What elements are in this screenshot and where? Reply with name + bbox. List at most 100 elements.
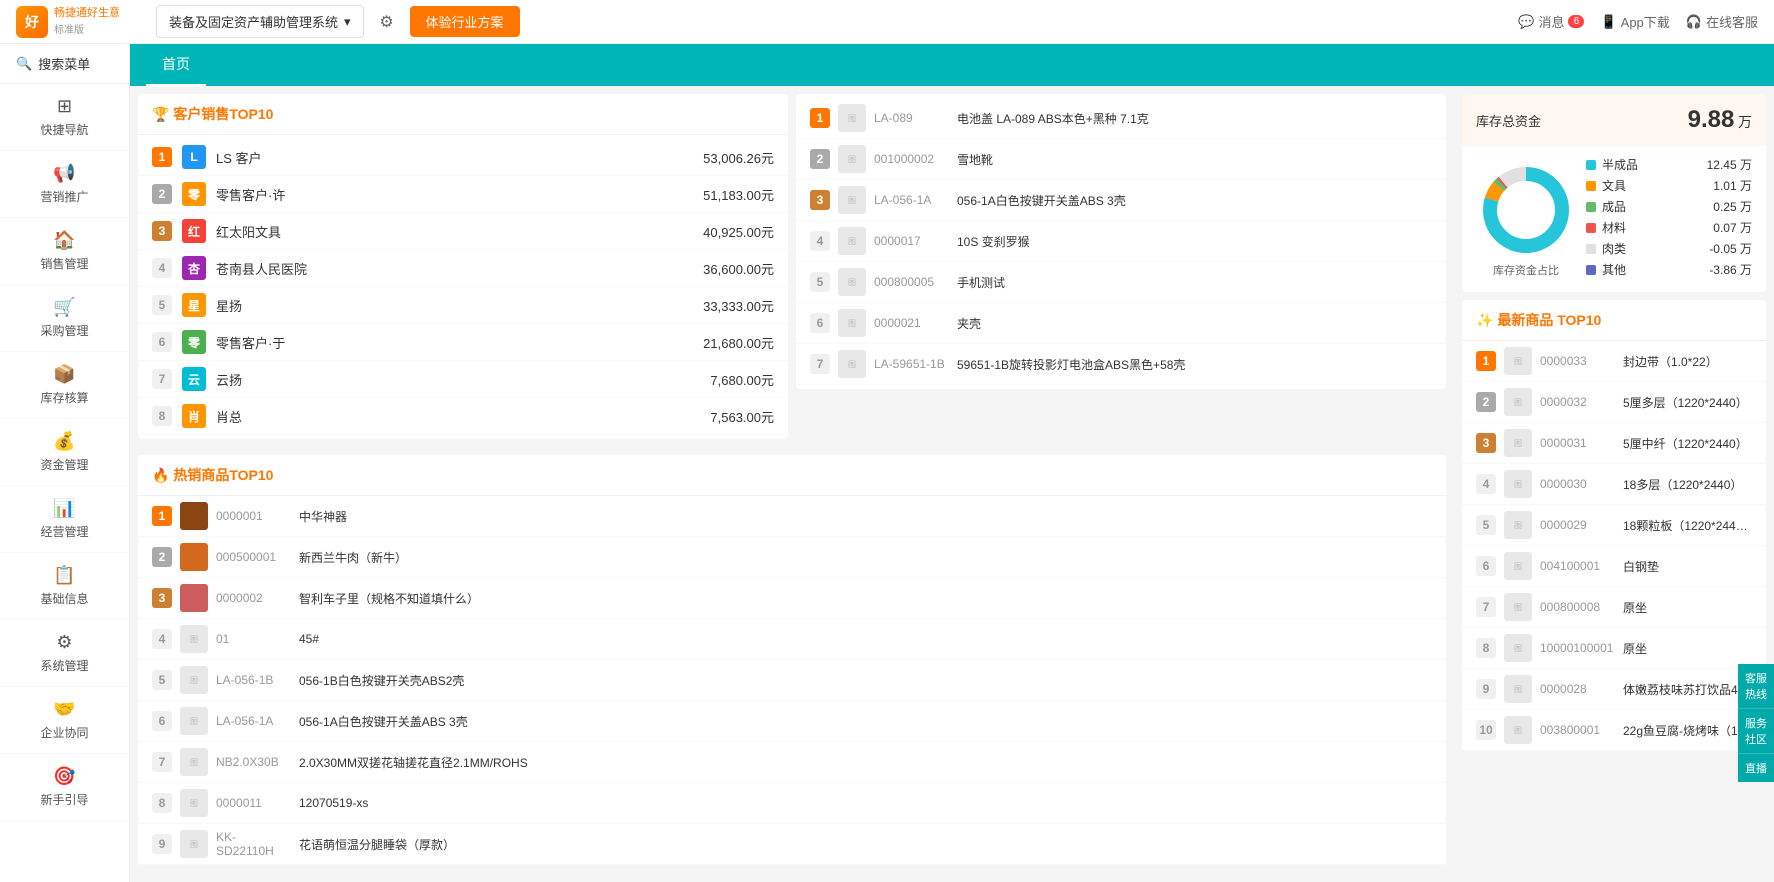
new-product-item: 2 图 0000032 5厘多层（1220*2440） [1462,382,1766,423]
legend-value: -3.86 万 [1709,261,1752,278]
customer-avatar: 星 [182,293,206,317]
rank-number: 6 [1476,556,1496,576]
hot-product-right-item: 6 图 0000021 夹壳 [796,303,1446,344]
customer-rank-item: 6 零 零售客户·于 21,680.00元 [138,324,788,361]
product-code: LA-056-1A [216,714,291,728]
hot-product-right-item: 3 图 LA-056-1A 056-1A白色按键开关盖ABS 3壳 [796,180,1446,221]
rank-number: 7 [810,354,830,374]
content: 🏆 客户销售TOP10 1 L LS 客户 53,006.26元 2 零 零售客… [130,86,1774,881]
service-label: 在线客服 [1706,12,1758,31]
chart-area: 库存资金占比 半成品 12.45 万 文具 1.01 万 成品 0.25 万 材… [1462,146,1766,292]
legend-item: 成品 0.25 万 [1586,198,1752,215]
customer-avatar: 杏 [182,256,206,280]
rank-number: 2 [1476,392,1496,412]
sidebar-item-system[interactable]: ⚙ 系统管理 [0,620,129,687]
service-community-button[interactable]: 服务社区 [1738,709,1774,754]
product-name: 2.0X30MM双搓花轴搓花直径2.1MM/ROHS [299,754,1432,771]
sidebar-item-quicknav[interactable]: ⊞ 快捷导航 [0,84,129,151]
customer-value: 53,006.26元 [703,148,774,167]
product-code: 0000033 [1540,354,1615,368]
megaphone-icon: 📢 [53,163,75,184]
rank-number: 5 [1476,515,1496,535]
customer-value: 51,183.00元 [703,185,774,204]
rank-number: 4 [1476,474,1496,494]
customer-hotline-button[interactable]: 客服热线 [1738,664,1774,709]
system-selector[interactable]: 装备及固定资产辅助管理系统 ▾ [156,5,364,38]
app-download-button[interactable]: 📱 App下载 [1600,12,1669,31]
rank-number: 7 [152,752,172,772]
search-menu[interactable]: 🔍 搜索菜单 [0,44,129,84]
sidebar-item-marketing[interactable]: 📢 营销推广 [0,151,129,218]
rank-number: 9 [1476,679,1496,699]
sidebar-item-enterprise[interactable]: 🤝 企业协同 [0,687,129,754]
inventory-header: 库存总资金 9.88 万 [1462,94,1766,146]
new-product-item: 8 图 10000100001 原坐 [1462,628,1766,669]
product-name: 雪地靴 [957,151,1432,168]
product-name: 电池盖 LA-089 ABS本色+黑种 7.1克 [957,110,1432,127]
header: 好 畅捷通好生意 标准版 装备及固定资产辅助管理系统 ▾ ⚙ 体验行业方案 💬 … [0,0,1774,44]
customer-name: 星扬 [216,296,693,315]
legend-dot [1586,265,1596,275]
customer-rank-item: 4 杏 苍南县人民医院 36,600.00元 [138,250,788,287]
new-product-item: 7 图 000800008 原坐 [1462,587,1766,628]
customer-rank-item: 1 L LS 客户 53,006.26元 [138,139,788,176]
tab-home[interactable]: 首页 [146,44,206,86]
sidebar-item-basic-info[interactable]: 📋 基础信息 [0,553,129,620]
legend-item: 肉类 -0.05 万 [1586,240,1752,257]
customer-rank-item: 8 肖 肖总 7,563.00元 [138,398,788,435]
logo: 好 畅捷通好生意 标准版 [16,6,146,38]
product-name: 59651-1B旋转投影灯电池盒ABS黑色+58壳 [957,356,1432,373]
product-name: 12070519-xs [299,796,1432,810]
hot-product-item: 7 图 NB2.0X30B 2.0X30MM双搓花轴搓花直径2.1MM/ROHS [138,742,1446,783]
customer-ranking-title: 🏆 客户销售TOP10 [138,94,788,135]
left-panel: 🏆 客户销售TOP10 1 L LS 客户 53,006.26元 2 零 零售客… [130,86,1454,881]
product-name: 智利车子里（规格不知道填什么） [299,590,1432,607]
product-name: 18多层（1220*2440） [1623,476,1752,493]
sidebar-item-finance[interactable]: 💰 资金管理 [0,419,129,486]
product-name: 花语萌恒温分腿睡袋（厚款） [299,836,1432,853]
rank-number: 1 [810,108,830,128]
message-button[interactable]: 💬 消息 6 [1518,12,1584,31]
hot-product-item: 6 图 LA-056-1A 056-1A白色按键开关盖ABS 3壳 [138,701,1446,742]
hot-product-item: 5 图 LA-056-1B 056-1B白色按键开关壳ABS2壳 [138,660,1446,701]
product-code: 0000001 [216,509,291,523]
product-code: 0000017 [874,234,949,248]
trial-button[interactable]: 体验行业方案 [410,6,520,37]
main-content: 首页 🏆 客户销售TOP10 1 L LS 客户 53,006. [130,44,1774,882]
product-code: 001000002 [874,152,949,166]
rank-number: 6 [152,332,172,352]
hot-products-right-col: 1 图 LA-089 电池盖 LA-089 ABS本色+黑种 7.1克 2 图 … [796,94,1446,447]
sidebar-item-label: 资金管理 [40,456,88,473]
sales-icon: 🏠 [53,230,75,251]
sidebar-item-newbie[interactable]: 🎯 新手引导 [0,754,129,821]
sidebar-item-sales[interactable]: 🏠 销售管理 [0,218,129,285]
new-product-item: 5 图 0000029 18颗粒板（1220*2440） [1462,505,1766,546]
product-code: 0000002 [216,591,291,605]
nav-bar: 首页 [130,44,1774,86]
header-center: 装备及固定资产辅助管理系统 ▾ ⚙ 体验行业方案 [156,5,1518,38]
hot-products-title: 🔥 热销商品TOP10 [138,455,1446,496]
product-thumb [180,543,208,571]
sidebar-item-operations[interactable]: 📊 经营管理 [0,486,129,553]
cart-icon: 🛒 [53,297,75,318]
customer-avatar: 红 [182,219,206,243]
sidebar-item-label: 销售管理 [40,255,88,272]
product-code: 0000021 [874,316,949,330]
online-service-button[interactable]: 🎧 在线客服 [1686,12,1758,31]
legend-dot [1586,223,1596,233]
gear-button[interactable]: ⚙ [372,7,402,37]
guide-icon: 🎯 [53,766,75,787]
legend-value: 12.45 万 [1707,156,1752,173]
live-button[interactable]: 直播 [1738,754,1774,782]
rank-number: 2 [152,184,172,204]
rank-number: 2 [152,547,172,567]
sidebar-item-inventory[interactable]: 📦 库存核算 [0,352,129,419]
rank-number: 6 [152,711,172,731]
money-icon: 💰 [53,431,75,452]
product-code: 000500001 [216,550,291,564]
sidebar-item-purchase[interactable]: 🛒 采购管理 [0,285,129,352]
hot-product-right-item: 5 图 000800005 手机测试 [796,262,1446,303]
product-thumb: 图 [838,104,866,132]
product-thumb: 图 [838,309,866,337]
new-product-item: 6 图 004100001 白钢垫 [1462,546,1766,587]
